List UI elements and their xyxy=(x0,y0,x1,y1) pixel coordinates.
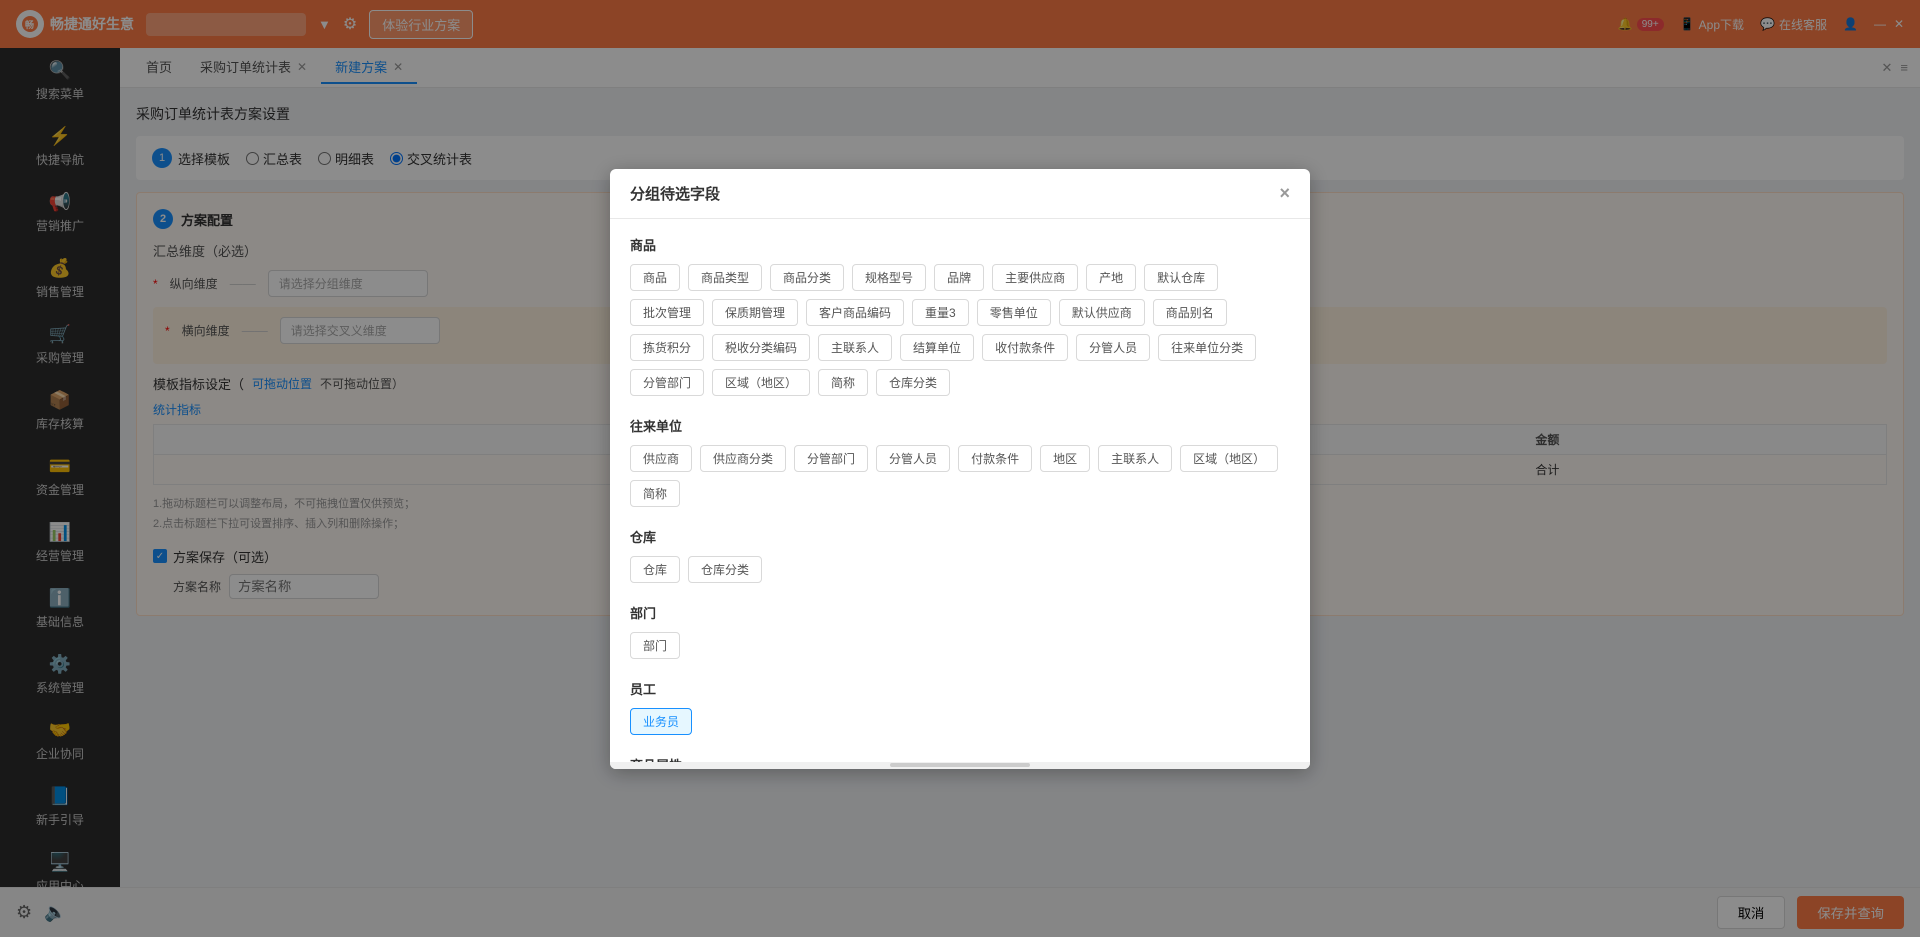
tag-goods-alias[interactable]: 商品别名 xyxy=(1153,299,1227,326)
section-dept-title: 部门 xyxy=(630,603,1290,622)
tag-area[interactable]: 地区 xyxy=(1040,445,1090,472)
tag-goods-type[interactable]: 商品类型 xyxy=(688,264,762,291)
tag-weight3[interactable]: 重量3 xyxy=(912,299,969,326)
section-dept-tags: 部门 xyxy=(630,632,1290,659)
tag-managed-dept2[interactable]: 分管部门 xyxy=(794,445,868,472)
tag-supplier-category[interactable]: 供应商分类 xyxy=(700,445,786,472)
tag-pick-points[interactable]: 拣货积分 xyxy=(630,334,704,361)
tag-origin[interactable]: 产地 xyxy=(1086,264,1136,291)
tag-batch-mgmt[interactable]: 批次管理 xyxy=(630,299,704,326)
tag-salesperson[interactable]: 业务员 xyxy=(630,708,692,735)
tag-goods[interactable]: 商品 xyxy=(630,264,680,291)
tag-payment-cond[interactable]: 付款条件 xyxy=(958,445,1032,472)
scrollbar-thumb xyxy=(890,763,1030,767)
tag-settlement-unit[interactable]: 结算单位 xyxy=(900,334,974,361)
tag-managed-dept[interactable]: 分管部门 xyxy=(630,369,704,396)
tag-goods-category[interactable]: 商品分类 xyxy=(770,264,844,291)
section-warehouse: 仓库 仓库 仓库分类 xyxy=(630,527,1290,583)
section-goods-attr-title: 商品属性 xyxy=(630,755,1290,763)
tag-shelf-life-mgmt[interactable]: 保质期管理 xyxy=(712,299,798,326)
section-warehouse-tags: 仓库 仓库分类 xyxy=(630,556,1290,583)
tag-default-warehouse[interactable]: 默认仓库 xyxy=(1144,264,1218,291)
modal-close-icon[interactable]: × xyxy=(1279,183,1290,204)
tag-brand[interactable]: 品牌 xyxy=(934,264,984,291)
tag-region2[interactable]: 区域（地区） xyxy=(1180,445,1278,472)
tag-warehouse[interactable]: 仓库 xyxy=(630,556,680,583)
section-goods-title: 商品 xyxy=(630,235,1290,254)
tag-warehouse-category[interactable]: 仓库分类 xyxy=(876,369,950,396)
section-counterparty: 往来单位 供应商 供应商分类 分管部门 分管人员 付款条件 地区 主联系人 区域… xyxy=(630,416,1290,507)
section-goods-attr: 商品属性 属性 颜色 多规格 尺码 鞋码 1 xyxy=(630,755,1290,763)
section-employee-tags: 业务员 xyxy=(630,708,1290,735)
section-goods-tags: 商品 商品类型 商品分类 规格型号 品牌 主要供应商 产地 默认仓库 批次管理 … xyxy=(630,264,1290,396)
tag-payment-terms[interactable]: 收付款条件 xyxy=(982,334,1068,361)
tag-retail-unit[interactable]: 零售单位 xyxy=(977,299,1051,326)
tag-default-supplier[interactable]: 默认供应商 xyxy=(1059,299,1145,326)
tag-main-supplier[interactable]: 主要供应商 xyxy=(992,264,1078,291)
section-counterparty-title: 往来单位 xyxy=(630,416,1290,435)
tag-main-contact2[interactable]: 主联系人 xyxy=(1098,445,1172,472)
section-warehouse-title: 仓库 xyxy=(630,527,1290,546)
modal-title: 分组待选字段 xyxy=(630,183,720,204)
modal-header: 分组待选字段 × xyxy=(610,169,1310,219)
tag-warehouse-cat[interactable]: 仓库分类 xyxy=(688,556,762,583)
tag-dept[interactable]: 部门 xyxy=(630,632,680,659)
section-counterparty-tags: 供应商 供应商分类 分管部门 分管人员 付款条件 地区 主联系人 区域（地区） … xyxy=(630,445,1290,507)
tag-abbrev2[interactable]: 简称 xyxy=(630,480,680,507)
modal-overlay: 分组待选字段 × 商品 商品 商品类型 商品分类 规格型号 品牌 主要供应商 产… xyxy=(0,0,1920,937)
section-employee-title: 员工 xyxy=(630,679,1290,698)
tag-dept-manager[interactable]: 分管人员 xyxy=(1076,334,1150,361)
tag-region[interactable]: 区域（地区） xyxy=(712,369,810,396)
section-dept: 部门 部门 xyxy=(630,603,1290,659)
tag-customer-goods-code[interactable]: 客户商品编码 xyxy=(806,299,904,326)
tag-abbrev[interactable]: 简称 xyxy=(818,369,868,396)
tag-managed-person2[interactable]: 分管人员 xyxy=(876,445,950,472)
modal-body[interactable]: 商品 商品 商品类型 商品分类 规格型号 品牌 主要供应商 产地 默认仓库 批次… xyxy=(610,219,1310,763)
section-employee: 员工 业务员 xyxy=(630,679,1290,735)
modal-scrollbar[interactable] xyxy=(610,762,1310,768)
section-goods: 商品 商品 商品类型 商品分类 规格型号 品牌 主要供应商 产地 默认仓库 批次… xyxy=(630,235,1290,396)
tag-counterparty-category[interactable]: 往来单位分类 xyxy=(1158,334,1256,361)
tag-spec-model[interactable]: 规格型号 xyxy=(852,264,926,291)
tag-supplier[interactable]: 供应商 xyxy=(630,445,692,472)
tag-main-contact[interactable]: 主联系人 xyxy=(818,334,892,361)
tag-tax-category-code[interactable]: 税收分类编码 xyxy=(712,334,810,361)
modal-dialog: 分组待选字段 × 商品 商品 商品类型 商品分类 规格型号 品牌 主要供应商 产… xyxy=(610,169,1310,769)
